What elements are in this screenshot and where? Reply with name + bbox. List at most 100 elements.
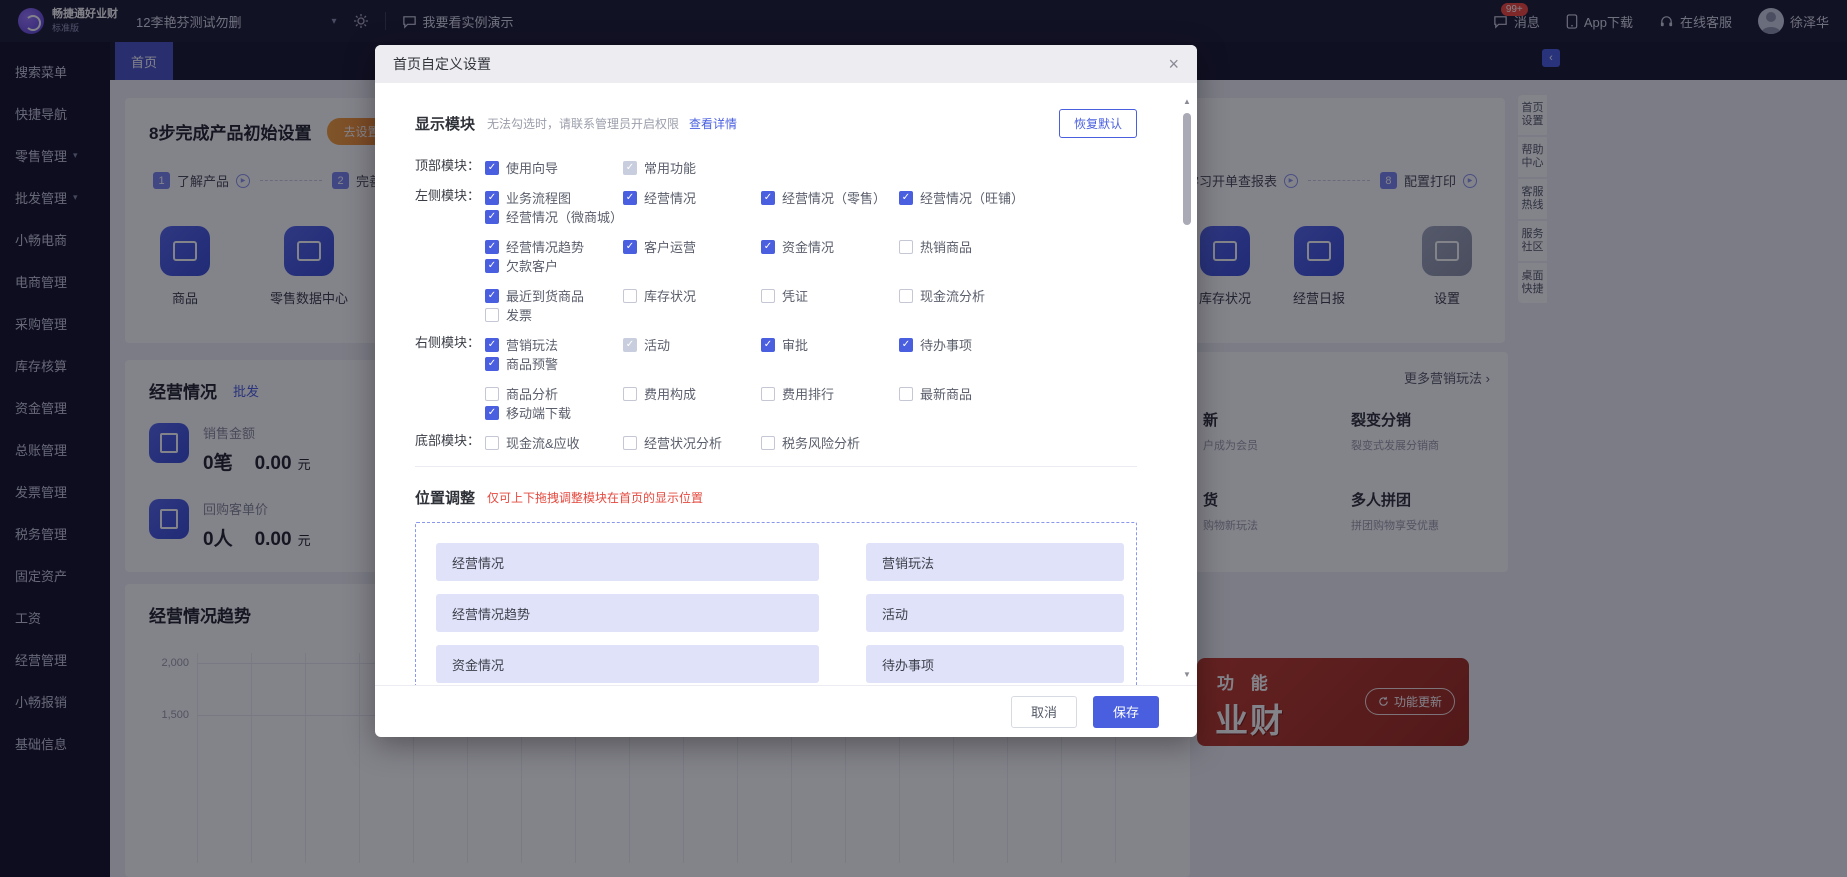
module-checkbox-item[interactable]: 经营情况: [623, 188, 761, 207]
module-checkbox-item[interactable]: 现金流分析: [899, 286, 1037, 305]
module-row: 左侧模块： 业务流程图 经营情况 经营情况（零售） 经营情况（旺铺） 经营情况（…: [415, 188, 1137, 226]
home-customize-modal: 首页自定义设置 × 显示模块 无法勾选时，请联系管理员开启权限 查看详情 恢复默…: [375, 45, 1197, 737]
module-checkbox-item[interactable]: 经营情况（旺铺）: [899, 188, 1037, 207]
checkbox-label: 税务风险分析: [782, 436, 861, 451]
checkbox[interactable]: [899, 337, 913, 352]
checkbox[interactable]: [761, 386, 775, 401]
close-icon[interactable]: ×: [1168, 55, 1179, 73]
module-checkbox-item[interactable]: 最近到货商品: [485, 286, 623, 305]
cancel-button[interactable]: 取消: [1011, 695, 1077, 728]
module-checkbox-item[interactable]: 现金流&应收: [485, 433, 623, 452]
checkbox-label: 经营状况分析: [644, 436, 723, 451]
module-checkbox-item[interactable]: 税务风险分析: [761, 433, 899, 452]
module-checkbox-item[interactable]: 经营情况趋势: [485, 237, 623, 256]
checkbox[interactable]: [485, 307, 499, 322]
module-checkbox-item[interactable]: 经营情况（零售）: [761, 188, 899, 207]
checkbox-label: 凭证: [782, 289, 809, 304]
checkbox[interactable]: [761, 435, 775, 450]
module-checkbox-item[interactable]: 发票: [485, 305, 623, 324]
checkbox-label: 移动端下载: [506, 406, 572, 421]
module-checkbox-item[interactable]: 常用功能: [623, 158, 761, 177]
view-details-link[interactable]: 查看详情: [689, 115, 737, 132]
module-checkbox-item[interactable]: 资金情况: [761, 237, 899, 256]
save-button[interactable]: 保存: [1093, 695, 1159, 728]
checkbox[interactable]: [485, 337, 499, 352]
modal-scrollbar[interactable]: ▲ ▼: [1181, 97, 1193, 679]
module-checkbox-item[interactable]: 营销玩法: [485, 335, 623, 354]
checkbox[interactable]: [485, 209, 499, 224]
checkbox-label: 使用向导: [506, 161, 559, 176]
module-checkbox-item[interactable]: 审批: [761, 335, 899, 354]
checkbox[interactable]: [761, 190, 775, 205]
module-checkbox-item[interactable]: 欠款客户: [485, 256, 623, 275]
module-checkbox-item[interactable]: 待办事项: [899, 335, 1037, 354]
module-group-label: 顶部模块：: [415, 158, 481, 173]
drag-module-bar[interactable]: 活动: [866, 594, 1124, 632]
checkbox-label: 审批: [782, 338, 809, 353]
checkbox-label: 热销商品: [920, 240, 973, 255]
checkbox[interactable]: [623, 190, 637, 205]
checkbox-label: 经营情况（零售）: [782, 191, 887, 206]
modal-header: 首页自定义设置 ×: [375, 45, 1197, 83]
checkbox[interactable]: [623, 160, 637, 175]
checkbox[interactable]: [485, 239, 499, 254]
checkbox-label: 经营情况趋势: [506, 240, 585, 255]
module-group-label: 左侧模块：: [415, 188, 481, 203]
restore-default-button[interactable]: 恢复默认: [1058, 109, 1137, 138]
checkbox-label: 费用构成: [644, 387, 697, 402]
checkbox[interactable]: [623, 239, 637, 254]
scrollbar-thumb[interactable]: [1183, 113, 1191, 225]
module-row-items: 现金流&应收 经营状况分析 税务风险分析: [485, 433, 1137, 452]
module-checkbox-item[interactable]: 商品预警: [485, 354, 623, 373]
module-checkbox-item[interactable]: 客户运营: [623, 237, 761, 256]
checkbox[interactable]: [899, 386, 913, 401]
checkbox[interactable]: [623, 386, 637, 401]
drag-module-bar[interactable]: 经营情况: [436, 543, 819, 581]
checkbox-label: 欠款客户: [506, 259, 559, 274]
checkbox[interactable]: [485, 386, 499, 401]
module-row: 顶部模块： 使用向导 常用功能: [415, 158, 1137, 177]
module-checkbox-item[interactable]: 热销商品: [899, 237, 1037, 256]
module-checkbox-item[interactable]: 活动: [623, 335, 761, 354]
checkbox[interactable]: [899, 288, 913, 303]
drag-module-bar[interactable]: 营销玩法: [866, 543, 1124, 581]
checkbox-label: 资金情况: [782, 240, 835, 255]
checkbox[interactable]: [761, 239, 775, 254]
module-checkbox-item[interactable]: 费用排行: [761, 384, 899, 403]
module-checkbox-item[interactable]: 移动端下载: [485, 403, 623, 422]
module-row-items: 商品分析 费用构成 费用排行 最新商品 移动端下载: [485, 384, 1137, 422]
checkbox[interactable]: [761, 288, 775, 303]
checkbox[interactable]: [623, 435, 637, 450]
module-checkbox-item[interactable]: 商品分析: [485, 384, 623, 403]
checkbox[interactable]: [623, 337, 637, 352]
module-rows: 顶部模块： 使用向导 常用功能 左侧模块： 业务流程图 经营情况 经营情况（零售…: [415, 158, 1137, 452]
checkbox[interactable]: [485, 405, 499, 420]
drag-module-bar[interactable]: 经营情况趋势: [436, 594, 819, 632]
scroll-down-icon[interactable]: ▼: [1181, 670, 1193, 679]
checkbox[interactable]: [485, 356, 499, 371]
checkbox[interactable]: [485, 190, 499, 205]
app-screen: 畅捷通好业财 标准版 12李艳芬测试勿删 ▾ 我要看实例演示 99+ 消息: [0, 0, 1847, 877]
module-row-items: 最近到货商品 库存状况 凭证 现金流分析 发票: [485, 286, 1137, 324]
checkbox[interactable]: [485, 258, 499, 273]
module-checkbox-item[interactable]: 凭证: [761, 286, 899, 305]
module-checkbox-item[interactable]: 经营状况分析: [623, 433, 761, 452]
module-row: 商品分析 费用构成 费用排行 最新商品 移动端下载: [415, 384, 1137, 422]
drag-module-bar[interactable]: 待办事项: [866, 645, 1124, 683]
checkbox[interactable]: [899, 239, 913, 254]
module-checkbox-item[interactable]: 经营情况（微商城）: [485, 207, 623, 226]
checkbox[interactable]: [485, 288, 499, 303]
drag-module-bar[interactable]: 资金情况: [436, 645, 819, 683]
checkbox[interactable]: [485, 160, 499, 175]
module-checkbox-item[interactable]: 费用构成: [623, 384, 761, 403]
checkbox[interactable]: [899, 190, 913, 205]
module-checkbox-item[interactable]: 库存状况: [623, 286, 761, 305]
module-checkbox-item[interactable]: 业务流程图: [485, 188, 623, 207]
scroll-up-icon[interactable]: ▲: [1181, 97, 1193, 106]
checkbox-label: 现金流分析: [920, 289, 986, 304]
module-checkbox-item[interactable]: 使用向导: [485, 158, 623, 177]
checkbox[interactable]: [623, 288, 637, 303]
module-checkbox-item[interactable]: 最新商品: [899, 384, 1037, 403]
checkbox[interactable]: [761, 337, 775, 352]
checkbox[interactable]: [485, 435, 499, 450]
